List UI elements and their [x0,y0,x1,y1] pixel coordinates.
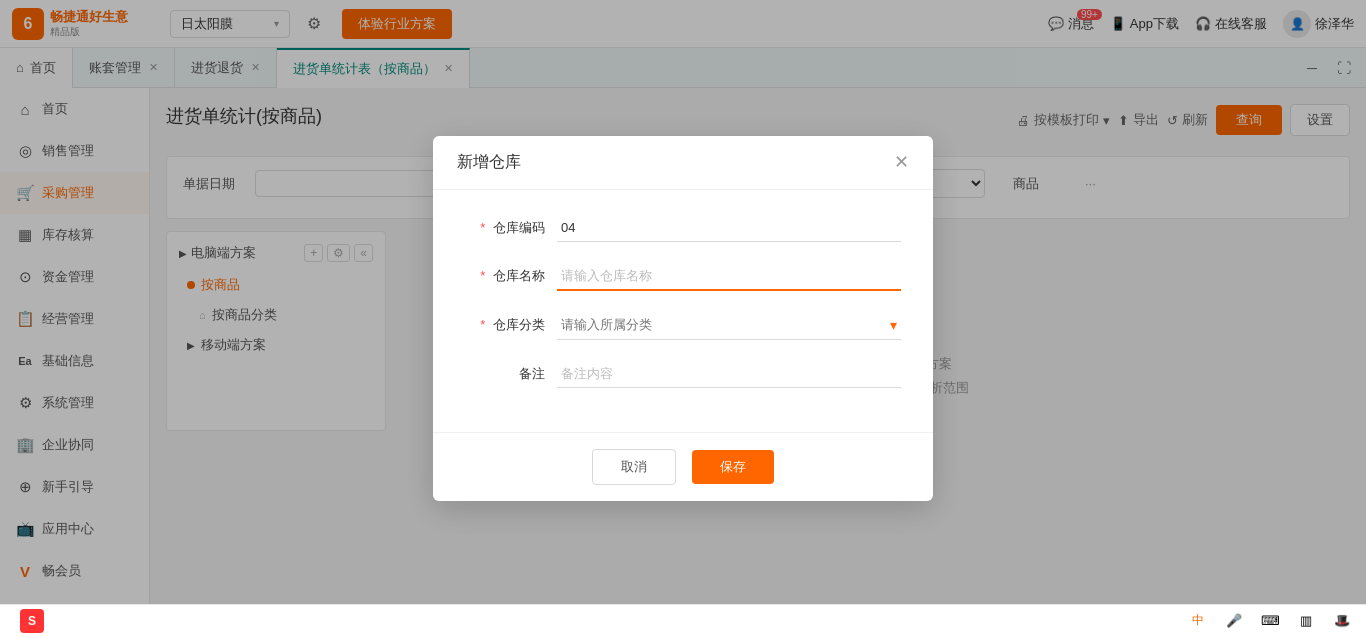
modal-body: * 仓库编码 * 仓库名称 * 仓库分类 [433,190,933,432]
form-row-category: * 仓库分类 ▾ [465,311,901,340]
modal-title: 新增仓库 [457,152,521,173]
category-input[interactable] [561,317,890,332]
warehouse-code-input[interactable] [557,214,901,242]
modal-header: 新增仓库 ✕ [433,136,933,190]
required-star-name: * [480,268,485,283]
form-row-code: * 仓库编码 [465,214,901,242]
warehouse-note-input[interactable] [557,360,901,388]
add-warehouse-modal: 新增仓库 ✕ * 仓库编码 * 仓库名称 [433,136,933,501]
status-bar-brand: S [12,609,44,633]
modal-footer: 取消 保存 [433,432,933,501]
required-star-category: * [480,317,485,332]
form-category-label: * 仓库分类 [465,316,545,334]
status-icon-mic[interactable]: 🎤 [1222,609,1246,633]
form-note-label: 备注 [465,365,545,383]
cancel-button[interactable]: 取消 [592,449,676,485]
status-icon-hat[interactable]: 🎩 [1330,609,1354,633]
category-arrow-icon: ▾ [890,317,897,333]
warehouse-category-select[interactable]: ▾ [557,311,901,340]
required-star-code: * [480,220,485,235]
status-icon-keyboard[interactable]: ⌨ [1258,609,1282,633]
form-code-label: * 仓库编码 [465,219,545,237]
modal-backdrop[interactable]: 新增仓库 ✕ * 仓库编码 * 仓库名称 [0,0,1366,636]
form-row-name: * 仓库名称 [465,262,901,291]
modal-close-button[interactable]: ✕ [894,153,909,171]
status-icon-zh[interactable]: 中 [1186,609,1210,633]
form-name-label: * 仓库名称 [465,267,545,285]
warehouse-name-input[interactable] [557,262,901,291]
status-bar: S 中 🎤 ⌨ ▥ 🎩 [0,604,1366,636]
status-icon-grid[interactable]: ▥ [1294,609,1318,633]
save-button[interactable]: 保存 [692,450,774,484]
form-row-note: 备注 [465,360,901,388]
s-logo: S [20,609,44,633]
